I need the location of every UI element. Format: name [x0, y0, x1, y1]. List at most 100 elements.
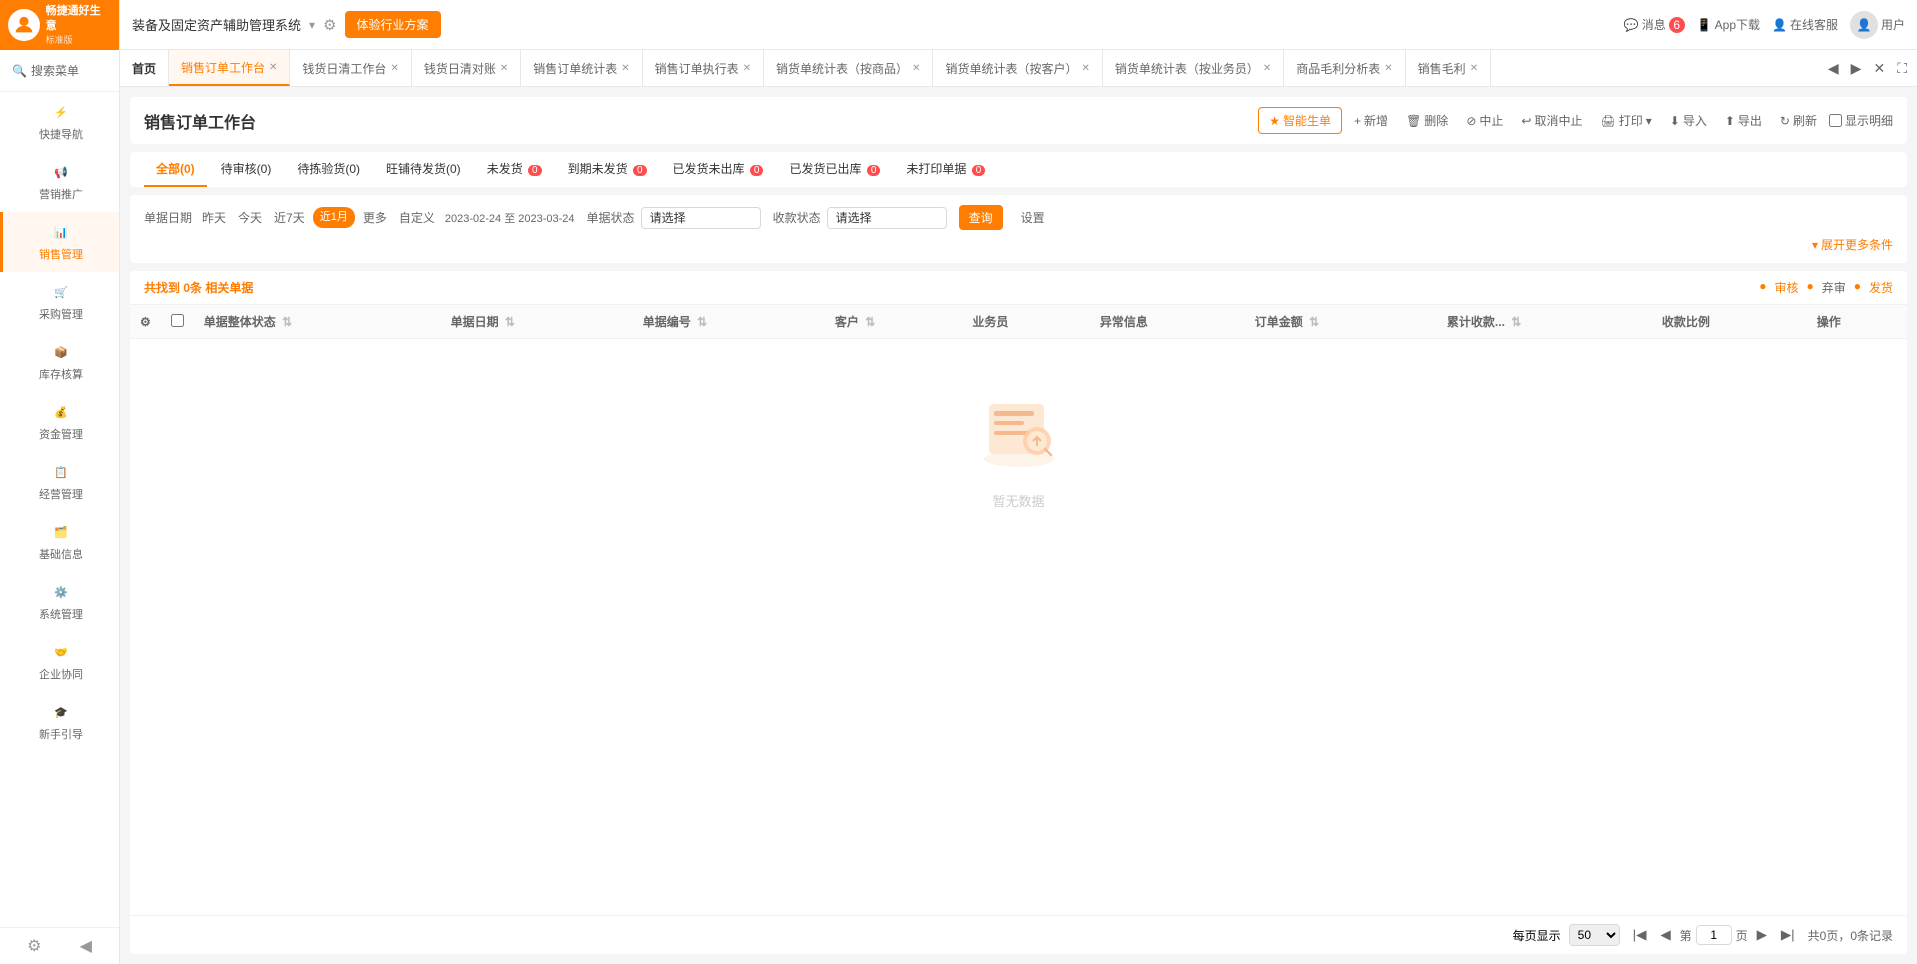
tab-cash-reconcile-close[interactable]: ✕ [500, 63, 508, 74]
filter-settings-button[interactable]: 设置 [1015, 205, 1051, 230]
settings-bottom-button[interactable]: ⚙ [27, 936, 41, 956]
col-customer[interactable]: 客户 ⇅ [825, 305, 963, 339]
payment-filter-select[interactable]: 请选择 [827, 207, 947, 229]
delete-button[interactable]: 🗑 删除 [1400, 108, 1454, 133]
cancel-stop-button[interactable]: ↩ 取消中止 [1515, 108, 1588, 133]
settings-icon[interactable]: ⚙ [323, 16, 336, 34]
expand-filter-button[interactable]: ▾ 展开更多条件 [1812, 236, 1893, 253]
col-amount[interactable]: 订单金额 ⇅ [1245, 305, 1437, 339]
status-filter-select[interactable]: 请选择 [641, 207, 761, 229]
add-button[interactable]: + 新增 [1348, 108, 1394, 133]
date-btn-today[interactable]: 今天 [234, 207, 266, 228]
col-number[interactable]: 单据编号 ⇅ [633, 305, 825, 339]
user-menu-button[interactable]: 👤 用户 [1850, 11, 1905, 39]
col-ratio[interactable]: 收款比例 [1652, 305, 1807, 339]
tab-sales-summary-product[interactable]: 销货单统计表（按商品） ✕ [764, 50, 933, 86]
col-settings[interactable]: ⚙ [130, 305, 161, 339]
print-button[interactable]: 🖨 打印 ▾ [1594, 108, 1657, 133]
app-download-button[interactable]: 📱 App下载 [1697, 16, 1760, 33]
sidebar-item-basic[interactable]: 🗂️ 基础信息 [0, 512, 119, 572]
search-menu-button[interactable]: 🔍 搜索菜单 [8, 58, 111, 83]
stop-button[interactable]: ⊘ 中止 [1460, 108, 1509, 133]
sub-tab-not-shipped[interactable]: 未发货 0 [475, 152, 554, 187]
tab-nav-prev[interactable]: ◀ [1824, 58, 1843, 79]
sidebar-item-guide[interactable]: 🎓 新手引导 [0, 692, 119, 752]
tab-nav-next[interactable]: ▶ [1847, 58, 1866, 79]
tab-sales-summary-staff[interactable]: 销货单统计表（按业务员） ✕ [1103, 50, 1284, 86]
sidebar-item-inventory[interactable]: 📦 库存核算 [0, 332, 119, 392]
batch-ship-button[interactable]: 发货 [1869, 279, 1893, 296]
tab-gross-profit[interactable]: 商品毛利分析表 ✕ [1284, 50, 1405, 86]
message-button[interactable]: 💬 消息 6 [1624, 16, 1685, 33]
sub-tab-overdue[interactable]: 到期未发货 0 [556, 152, 659, 187]
page-prev-button[interactable]: ◀ [1655, 925, 1675, 945]
table-scroll-area[interactable]: ⚙ 单据整体状态 ⇅ 单据日期 ⇅ 单据编号 ⇅ 客户 ⇅ 业务员 异常信息 订… [130, 305, 1907, 915]
tab-sales-summary-customer[interactable]: 销货单统计表（按客户） ✕ [933, 50, 1102, 86]
query-button[interactable]: 查询 [959, 205, 1003, 230]
sub-tab-pending-review[interactable]: 待审核(0) [209, 152, 284, 187]
col-exception[interactable]: 异常信息 [1090, 305, 1245, 339]
export-button[interactable]: ⬆ 导出 [1719, 108, 1768, 133]
sidebar-item-operations[interactable]: 📋 经营管理 [0, 452, 119, 512]
tab-sales-summary-customer-close[interactable]: ✕ [1081, 63, 1089, 74]
tab-sales-profit[interactable]: 销售毛利 ✕ [1406, 50, 1491, 86]
batch-cancel-button[interactable]: 弃审 [1822, 279, 1846, 296]
sidebar-item-system[interactable]: ⚙️ 系统管理 [0, 572, 119, 632]
online-service-button[interactable]: 👤 在线客服 [1772, 16, 1838, 33]
sub-tab-all[interactable]: 全部(0) [144, 152, 207, 187]
sub-tab-pending-check[interactable]: 待拣验货(0) [285, 152, 372, 187]
col-checkbox[interactable] [161, 305, 194, 339]
date-btn-custom[interactable]: 自定义 [395, 207, 439, 228]
page-size-select[interactable]: 50 10 20 100 [1569, 924, 1620, 946]
tab-sales-summary-customer-label: 销货单统计表（按客户） [945, 60, 1077, 77]
import-button[interactable]: ⬇ 导入 [1664, 108, 1713, 133]
tab-gross-profit-close[interactable]: ✕ [1384, 63, 1392, 74]
page-next-button[interactable]: ▶ [1752, 925, 1772, 945]
tab-sales-profit-close[interactable]: ✕ [1470, 63, 1478, 74]
page-first-button[interactable]: |◀ [1628, 925, 1652, 945]
date-btn-more[interactable]: 更多 [359, 207, 391, 228]
col-status[interactable]: 单据整体状态 ⇅ [194, 305, 441, 339]
sidebar-item-quicknav[interactable]: ⚡ 快捷导航 [0, 92, 119, 152]
show-detail-checkbox[interactable] [1829, 114, 1842, 127]
sidebar-item-finance[interactable]: 💰 资金管理 [0, 392, 119, 452]
sub-tab-wangpu[interactable]: 旺铺待发货(0) [374, 152, 473, 187]
industry-solution-button[interactable]: 体验行业方案 [345, 11, 441, 38]
tab-close-all[interactable]: ✕ [1869, 58, 1889, 79]
collapse-sidebar-button[interactable]: ◀ [80, 936, 92, 956]
tab-sales-workbench[interactable]: 销售订单工作台 ✕ [169, 50, 290, 86]
date-btn-yesterday[interactable]: 昨天 [198, 207, 230, 228]
sidebar-item-sales[interactable]: 📊 销售管理 [0, 212, 119, 272]
batch-review-button[interactable]: 审核 [1774, 279, 1798, 296]
sub-tab-shipped-out[interactable]: 已发货已出库 0 [777, 152, 892, 187]
refresh-button[interactable]: ↻ 刷新 [1774, 108, 1823, 133]
date-btn-1month[interactable]: 近1月 [313, 207, 355, 228]
sidebar-item-purchase[interactable]: 🛒 采购管理 [0, 272, 119, 332]
sidebar-item-sales-label: 销售管理 [39, 246, 83, 262]
tab-sales-stats-close[interactable]: ✕ [621, 63, 629, 74]
tab-maximize[interactable]: ⛶ [1893, 58, 1911, 79]
select-all-checkbox[interactable] [171, 314, 184, 327]
tab-cash-daily[interactable]: 钱货日清工作台 ✕ [290, 50, 411, 86]
sub-tab-shipped-not-out[interactable]: 已发货未出库 0 [661, 152, 776, 187]
col-staff[interactable]: 业务员 [962, 305, 1090, 339]
tab-sales-workbench-close[interactable]: ✕ [269, 62, 277, 73]
sub-tab-not-printed[interactable]: 未打印单据 0 [894, 152, 997, 187]
tab-sales-summary-staff-close[interactable]: ✕ [1263, 63, 1271, 74]
tab-sales-exec[interactable]: 销售订单执行表 ✕ [643, 50, 764, 86]
tab-cash-daily-close[interactable]: ✕ [390, 63, 398, 74]
sidebar-item-marketing[interactable]: 📢 营销推广 [0, 152, 119, 212]
smart-generate-button[interactable]: ★ 智能生单 [1258, 107, 1342, 134]
tab-cash-reconcile[interactable]: 钱货日清对账 ✕ [412, 50, 521, 86]
col-date[interactable]: 单据日期 ⇅ [441, 305, 633, 339]
page-last-button[interactable]: ▶| [1776, 925, 1800, 945]
tab-sales-summary-product-close[interactable]: ✕ [912, 63, 920, 74]
tab-home[interactable]: 首页 [120, 50, 169, 86]
col-collected[interactable]: 累计收款... ⇅ [1437, 305, 1652, 339]
sidebar-item-enterprise[interactable]: 🤝 企业协同 [0, 632, 119, 692]
date-btn-7days[interactable]: 近7天 [270, 207, 309, 228]
page-input[interactable] [1696, 925, 1732, 945]
guide-icon: 🎓 [51, 702, 71, 722]
tab-sales-stats[interactable]: 销售订单统计表 ✕ [521, 50, 642, 86]
tab-sales-exec-close[interactable]: ✕ [743, 63, 751, 74]
